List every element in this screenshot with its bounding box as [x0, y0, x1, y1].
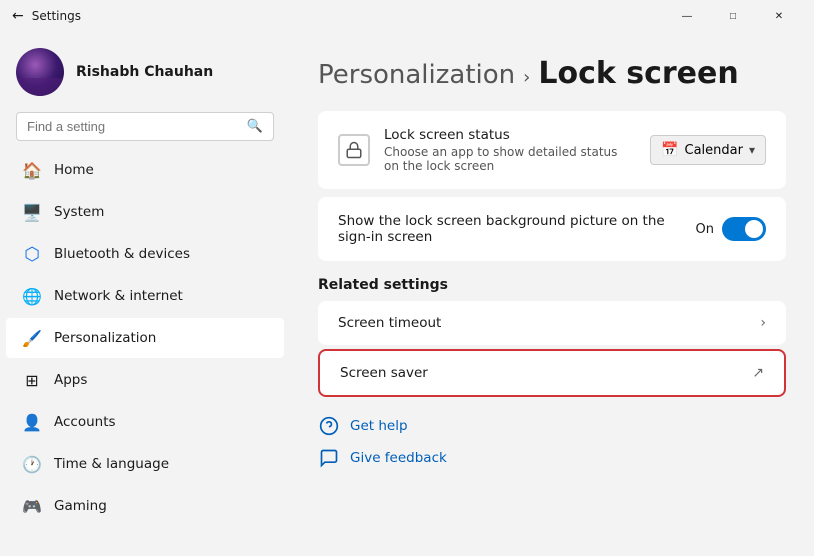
- breadcrumb-current: Lock screen: [538, 56, 738, 91]
- related-settings-header: Related settings: [318, 277, 786, 293]
- lock-status-title: Lock screen status: [384, 127, 636, 143]
- sidebar-item-label: System: [54, 204, 104, 220]
- sign-in-toggle[interactable]: [722, 217, 766, 241]
- profile-name: Rishabh Chauhan: [76, 64, 213, 80]
- sign-in-card: Show the lock screen background picture …: [318, 197, 786, 261]
- screen-timeout-row[interactable]: Screen timeout ›: [318, 301, 786, 345]
- sidebar-item-label: Gaming: [54, 498, 107, 514]
- search-box[interactable]: 🔍: [16, 112, 274, 141]
- search-icon: 🔍: [247, 119, 263, 134]
- apps-icon: ⊞: [22, 370, 42, 390]
- sidebar-item-accounts[interactable]: 👤 Accounts: [6, 402, 284, 442]
- sidebar-item-gaming[interactable]: 🎮 Gaming: [6, 486, 284, 526]
- sidebar-item-label: Home: [54, 162, 94, 178]
- calendar-icon: 📅: [661, 142, 678, 158]
- sidebar-item-apps[interactable]: ⊞ Apps: [6, 360, 284, 400]
- lock-status-desc: Choose an app to show detailed status on…: [384, 145, 636, 173]
- titlebar-controls: — □ ✕: [664, 0, 802, 32]
- page-header: Personalization › Lock screen: [318, 56, 786, 91]
- screen-saver-row[interactable]: Screen saver ↗: [318, 349, 786, 397]
- titlebar-left: ← Settings: [12, 8, 81, 24]
- give-feedback-label: Give feedback: [350, 450, 447, 466]
- sign-in-row: Show the lock screen background picture …: [338, 213, 766, 245]
- sign-in-text: Show the lock screen background picture …: [338, 213, 696, 245]
- sidebar: Rishabh Chauhan 🔍 🏠 Home 🖥️ System ⬡ Blu…: [0, 32, 290, 556]
- bluetooth-icon: ⬡: [22, 244, 42, 264]
- get-help-link[interactable]: Get help: [318, 413, 786, 439]
- back-icon[interactable]: ←: [12, 8, 24, 24]
- sidebar-item-network[interactable]: 🌐 Network & internet: [6, 276, 284, 316]
- lock-status-text: Lock screen status Choose an app to show…: [384, 127, 636, 173]
- get-help-label: Get help: [350, 418, 408, 434]
- sidebar-item-label: Apps: [54, 372, 87, 388]
- close-button[interactable]: ✕: [756, 0, 802, 32]
- titlebar-title: Settings: [32, 9, 81, 23]
- screen-timeout-label: Screen timeout: [338, 315, 441, 331]
- content-area: Personalization › Lock screen Lock scree…: [290, 32, 814, 556]
- home-icon: 🏠: [22, 160, 42, 180]
- accounts-icon: 👤: [22, 412, 42, 432]
- breadcrumb-chevron: ›: [523, 67, 530, 88]
- sidebar-item-label: Accounts: [54, 414, 116, 430]
- search-input[interactable]: [27, 119, 239, 134]
- sidebar-item-label: Network & internet: [54, 288, 183, 304]
- sidebar-item-personalization[interactable]: 🖌️ Personalization: [6, 318, 284, 358]
- maximize-button[interactable]: □: [710, 0, 756, 32]
- lock-status-card: Lock screen status Choose an app to show…: [318, 111, 786, 189]
- calendar-dropdown[interactable]: 📅 Calendar ▾: [650, 135, 766, 165]
- breadcrumb-parent: Personalization: [318, 60, 515, 90]
- avatar[interactable]: [16, 48, 64, 96]
- sidebar-item-label: Bluetooth & devices: [54, 246, 190, 262]
- network-icon: 🌐: [22, 286, 42, 306]
- app-body: Rishabh Chauhan 🔍 🏠 Home 🖥️ System ⬡ Blu…: [0, 32, 814, 556]
- toggle-label: On: [696, 222, 714, 237]
- dropdown-chevron: ▾: [749, 143, 755, 157]
- help-section: Get help Give feedback: [318, 413, 786, 471]
- sidebar-item-system[interactable]: 🖥️ System: [6, 192, 284, 232]
- lock-status-row: Lock screen status Choose an app to show…: [338, 127, 766, 173]
- personalization-icon: 🖌️: [22, 328, 42, 348]
- profile-section: Rishabh Chauhan: [0, 32, 290, 108]
- sidebar-item-label: Time & language: [54, 456, 169, 472]
- chevron-right-icon: ›: [760, 315, 766, 331]
- calendar-label: Calendar: [685, 143, 743, 158]
- sidebar-item-bluetooth[interactable]: ⬡ Bluetooth & devices: [6, 234, 284, 274]
- get-help-icon: [318, 415, 340, 437]
- minimize-button[interactable]: —: [664, 0, 710, 32]
- give-feedback-link[interactable]: Give feedback: [318, 445, 786, 471]
- external-link-icon: ↗: [752, 365, 764, 381]
- sidebar-item-home[interactable]: 🏠 Home: [6, 150, 284, 190]
- screen-saver-label: Screen saver: [340, 365, 428, 381]
- system-icon: 🖥️: [22, 202, 42, 222]
- sidebar-item-label: Personalization: [54, 330, 156, 346]
- gaming-icon: 🎮: [22, 496, 42, 516]
- titlebar: ← Settings — □ ✕: [0, 0, 814, 32]
- toggle-container: On: [696, 217, 766, 241]
- give-feedback-icon: [318, 447, 340, 469]
- time-icon: 🕐: [22, 454, 42, 474]
- sidebar-item-time[interactable]: 🕐 Time & language: [6, 444, 284, 484]
- lock-screen-icon: [338, 134, 370, 166]
